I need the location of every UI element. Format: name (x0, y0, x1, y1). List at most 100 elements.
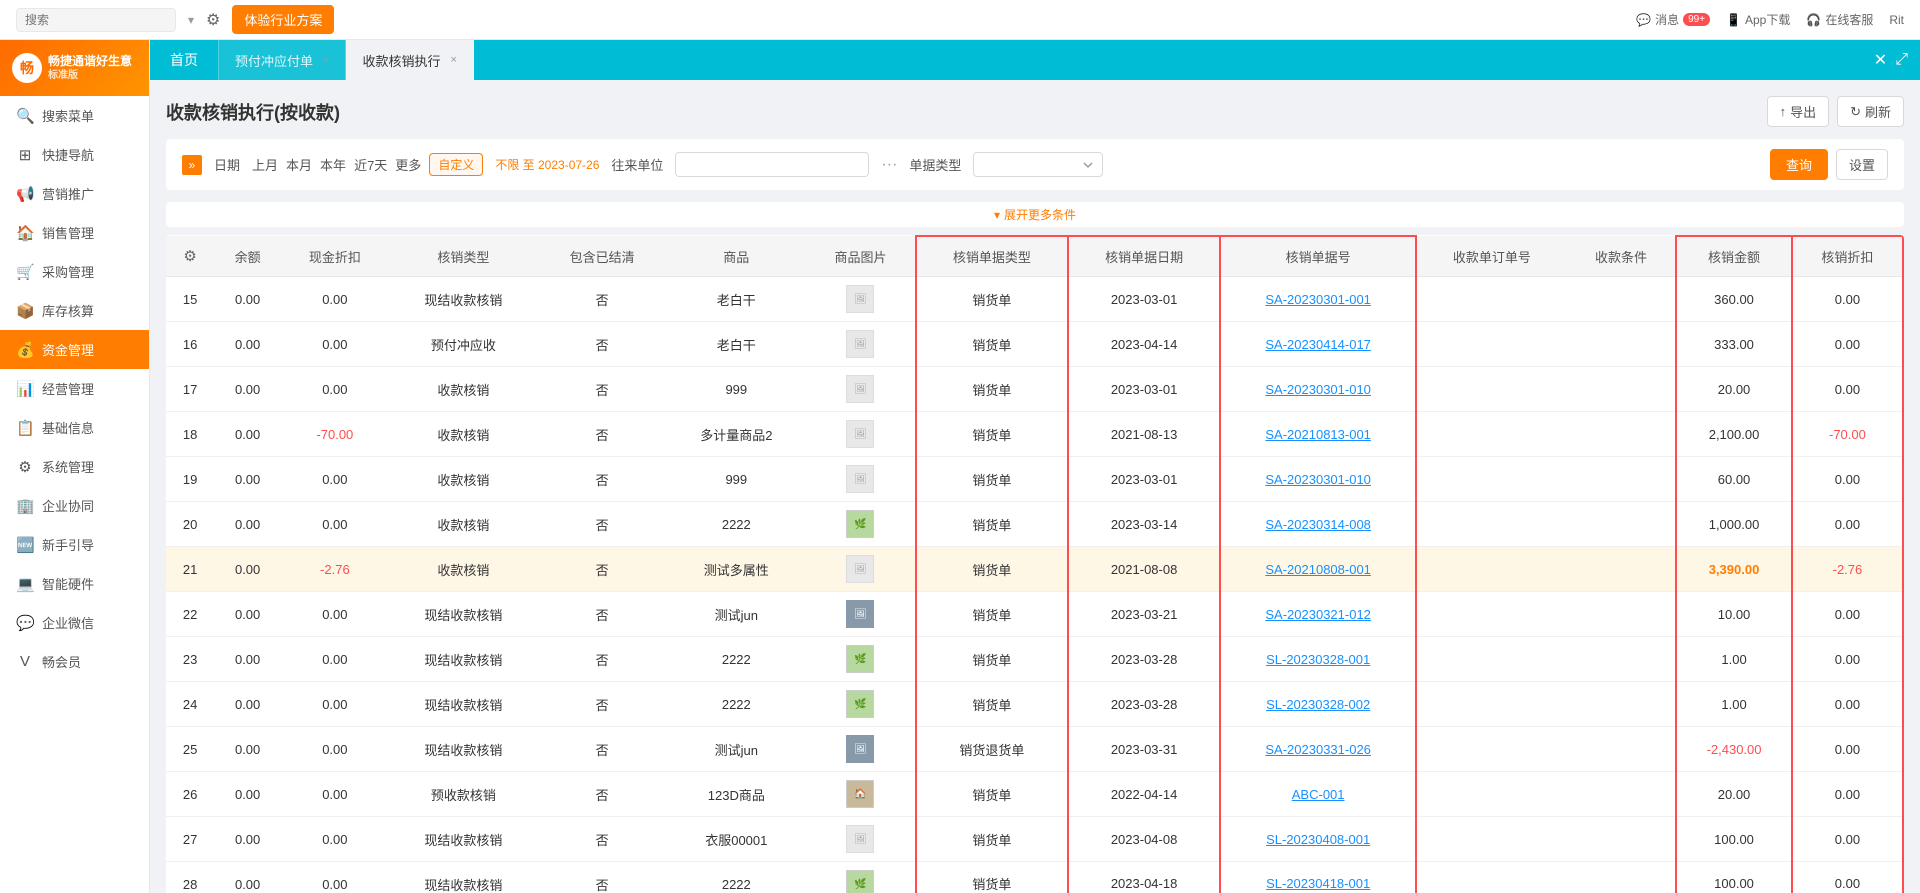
page-inner: 收款核销执行(按收款) ↑ 导出 ↻ 刷新 » 日期 (150, 80, 1920, 893)
sidebar-label-system: 系统管理 (42, 457, 94, 476)
td-cash-discount: 0.00 (281, 277, 389, 322)
td-cancel-discount: 0.00 (1792, 862, 1903, 893)
filter-expand-btn[interactable]: » (182, 155, 202, 175)
tab-prepaid[interactable]: 预付冲应付单 × (219, 40, 346, 80)
td-receipt-bill-type: 销货单 (916, 772, 1068, 817)
td-include-settled: 否 (538, 502, 666, 547)
td-receipt-bill-no[interactable]: SL-20230408-001 (1220, 817, 1416, 862)
td-goods: 2222 (666, 502, 806, 547)
td-cancel-discount: 0.00 (1792, 682, 1903, 727)
td-receipt-bill-no[interactable]: SL-20230328-001 (1220, 637, 1416, 682)
th-payment-terms: 收款条件 (1567, 236, 1676, 277)
filter-last-month[interactable]: 上月 (252, 155, 278, 174)
td-balance: 0.00 (214, 367, 281, 412)
sidebar-item-enterprise[interactable]: 🏢企业协同 (0, 486, 149, 525)
filter-counterpart-dots[interactable]: ··· (881, 156, 897, 174)
query-btn[interactable]: 查询 (1770, 149, 1828, 180)
td-goods: 2222 (666, 682, 806, 727)
td-receipt-order-no (1416, 727, 1567, 772)
filter-bar: » 日期 上月 本月 本年 近7天 更多 自定义 不限 至 2023-07-26… (166, 139, 1904, 190)
message-area[interactable]: 💬 消息 99+ (1636, 11, 1710, 28)
sidebar-label-member: 畅会员 (42, 652, 81, 671)
td-receipt-bill-no[interactable]: SL-20230418-001 (1220, 862, 1416, 893)
td-receipt-bill-no[interactable]: SA-20230301-010 (1220, 367, 1416, 412)
sidebar-label-search: 搜索菜单 (42, 106, 94, 125)
sidebar-item-shortcut[interactable]: ⊞快捷导航 (0, 135, 149, 174)
td-receipt-order-no (1416, 637, 1567, 682)
page-actions: ↑ 导出 ↻ 刷新 (1767, 96, 1904, 127)
td-receipt-bill-no[interactable]: SA-20230301-010 (1220, 457, 1416, 502)
th-goods: 商品 (666, 236, 806, 277)
tab-prepaid-close[interactable]: × (323, 54, 329, 66)
sidebar-item-search[interactable]: 🔍搜索菜单 (0, 96, 149, 135)
td-receipt-bill-no[interactable]: SA-20230321-012 (1220, 592, 1416, 637)
export-btn[interactable]: ↑ 导出 (1767, 96, 1830, 127)
sidebar-item-finance[interactable]: 💰资金管理 (0, 330, 149, 369)
tab-close-window-icon[interactable]: ✕ (1874, 50, 1887, 70)
sidebar-item-wechat[interactable]: 💬企业微信 (0, 603, 149, 642)
sidebar-label-basic: 基础信息 (42, 418, 94, 437)
td-receipt-bill-no[interactable]: SA-20230414-017 (1220, 322, 1416, 367)
table-card: ⚙ 余额 现金折扣 核销类型 包含已结清 商品 商品图片 核销单据类型 核销单据… (166, 235, 1904, 893)
tab-maximize-icon[interactable]: ⤢ (1895, 51, 1908, 69)
sidebar-item-purchase[interactable]: 🛒采购管理 (0, 252, 149, 291)
td-receipt-bill-no[interactable]: SA-20230331-026 (1220, 727, 1416, 772)
td-receipt-bill-no[interactable]: SA-20230314-008 (1220, 502, 1416, 547)
td-receipt-bill-no[interactable]: SA-20210813-001 (1220, 412, 1416, 457)
app-download[interactable]: 📱 App下载 (1726, 11, 1790, 28)
sidebar-icon-operation: 📊 (16, 380, 34, 398)
td-receipt-bill-no[interactable]: ABC-001 (1220, 772, 1416, 817)
sidebar-item-member[interactable]: V畅会员 (0, 642, 149, 681)
td-cancel-type: 收款核销 (389, 367, 538, 412)
filter-7days[interactable]: 近7天 (354, 155, 387, 174)
online-service[interactable]: 🎧 在线客服 (1806, 11, 1873, 28)
settings-btn[interactable]: 设置 (1836, 149, 1888, 180)
td-goods: 999 (666, 457, 806, 502)
tab-receipt[interactable]: 收款核销执行 × (346, 40, 473, 80)
sidebar-item-sales[interactable]: 🏠销售管理 (0, 213, 149, 252)
filter-this-month[interactable]: 本月 (286, 155, 312, 174)
filter-custom-btn[interactable]: 自定义 (429, 153, 483, 176)
sidebar-label-shortcut: 快捷导航 (42, 145, 94, 164)
tab-receipt-close[interactable]: × (450, 54, 456, 66)
td-include-settled: 否 (538, 727, 666, 772)
sidebar-item-newbie[interactable]: 🆕新手引导 (0, 525, 149, 564)
sidebar-item-hardware[interactable]: 💻智能硬件 (0, 564, 149, 603)
table-row: 28 0.00 0.00 现结收款核销 否 2222 🌿 销货单 2023-04… (166, 862, 1903, 893)
td-receipt-bill-no[interactable]: SA-20230301-001 (1220, 277, 1416, 322)
top-search-input[interactable] (16, 8, 176, 32)
industry-solution-btn[interactable]: 体验行业方案 (232, 5, 334, 34)
td-balance: 0.00 (214, 547, 281, 592)
column-settings-icon[interactable]: ⚙ (183, 248, 196, 265)
td-balance: 0.00 (214, 457, 281, 502)
td-receipt-bill-no[interactable]: SA-20210808-001 (1220, 547, 1416, 592)
sidebar-item-basic[interactable]: 📋基础信息 (0, 408, 149, 447)
sidebar-item-marketing[interactable]: 📢营销推广 (0, 174, 149, 213)
sidebar-item-operation[interactable]: 📊经营管理 (0, 369, 149, 408)
td-cancel-amount: 100.00 (1676, 817, 1792, 862)
filter-counterpart-label: 往来单位 (611, 155, 663, 174)
table-scroll[interactable]: ⚙ 余额 现金折扣 核销类型 包含已结清 商品 商品图片 核销单据类型 核销单据… (166, 235, 1904, 893)
td-receipt-bill-date: 2023-04-08 (1068, 817, 1220, 862)
tab-home[interactable]: 首页 (150, 40, 219, 80)
filter-counterpart-input[interactable] (675, 152, 869, 177)
td-goods-img: 🖼 (806, 322, 915, 367)
filter-this-year[interactable]: 本年 (320, 155, 346, 174)
sidebar: 畅 畅捷通谐好生意 标准版 🔍搜索菜单⊞快捷导航📢营销推广🏠销售管理🛒采购管理📦… (0, 40, 150, 893)
sidebar-item-system[interactable]: ⚙系统管理 (0, 447, 149, 486)
sidebar-label-wechat: 企业微信 (42, 613, 94, 632)
logo-text: 畅捷通谐好生意 标准版 (48, 54, 132, 83)
filter-receipt-type-select[interactable] (973, 152, 1103, 177)
sidebar-item-inventory[interactable]: 📦库存核算 (0, 291, 149, 330)
expand-more-bar[interactable]: ▾ 展开更多条件 (166, 202, 1904, 227)
filter-more[interactable]: 更多 (395, 155, 421, 174)
th-cash-discount: 现金折扣 (281, 236, 389, 277)
td-receipt-bill-no[interactable]: SL-20230328-002 (1220, 682, 1416, 727)
td-num: 22 (166, 592, 214, 637)
user-name[interactable]: Rit (1889, 13, 1904, 27)
sidebar-icon-marketing: 📢 (16, 185, 34, 203)
refresh-btn[interactable]: ↻ 刷新 (1837, 96, 1904, 127)
tab-bar-actions: ✕ ⤢ (1874, 40, 1920, 80)
settings-icon[interactable]: ⚙ (206, 10, 220, 30)
td-goods: 测试jun (666, 727, 806, 772)
